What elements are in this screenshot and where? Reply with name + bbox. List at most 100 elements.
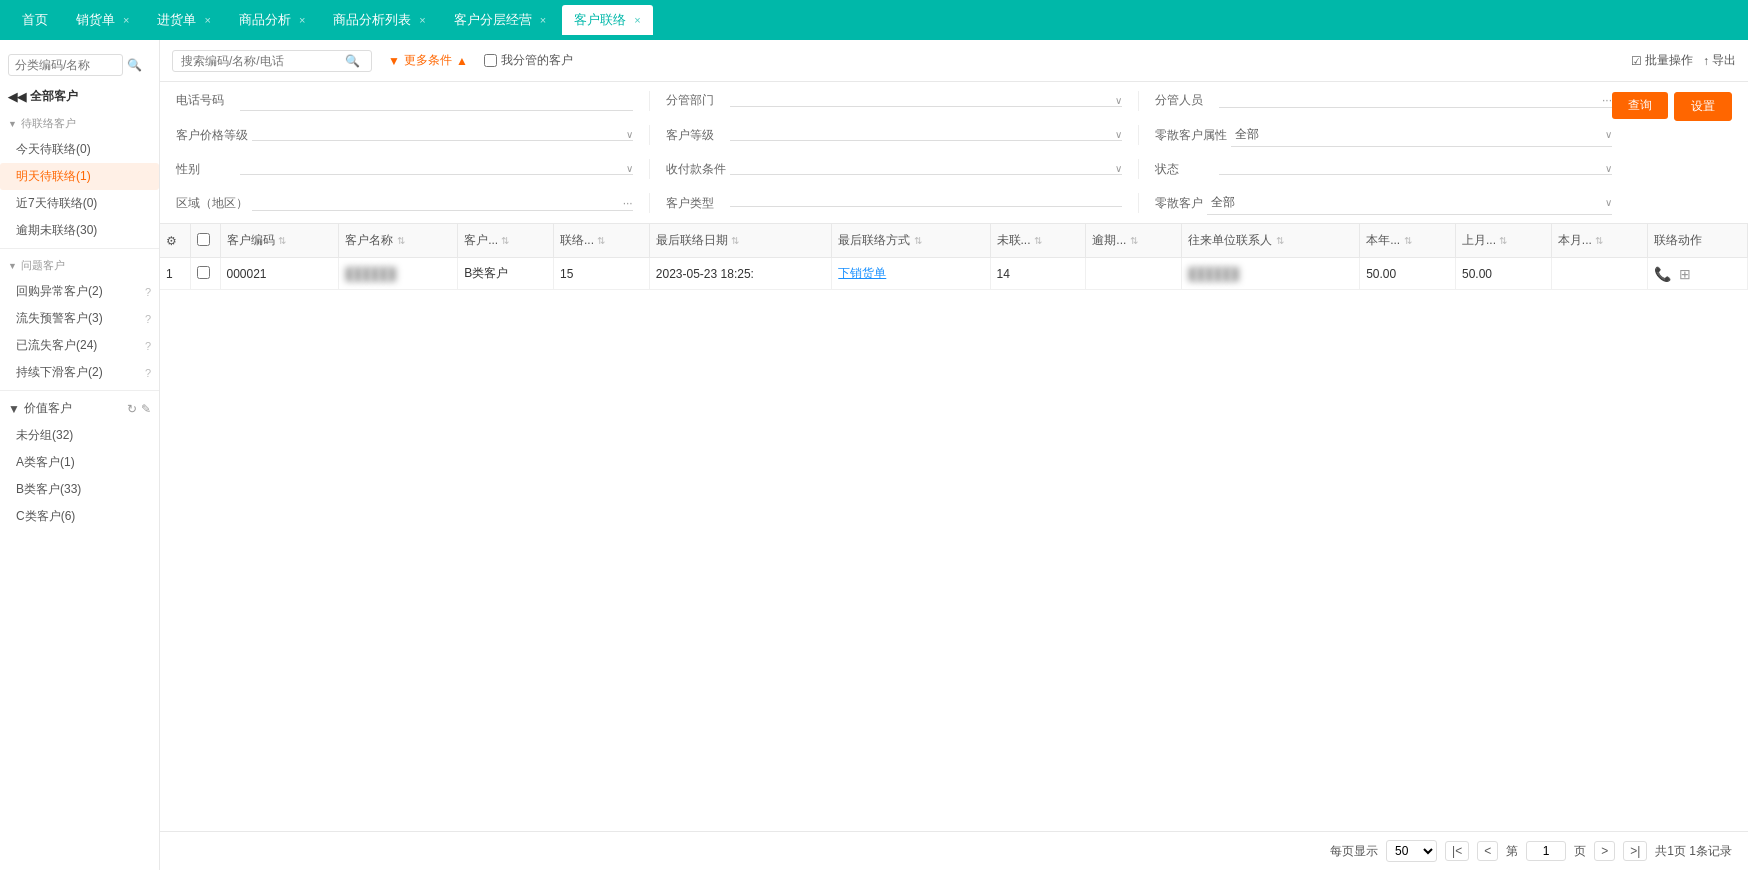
sidebar-item-overdue-contact[interactable]: 逾期未联络(30) (0, 217, 159, 244)
sidebar-item-churned[interactable]: 已流失客户(24) ? (0, 332, 159, 359)
nav-customer-contact-close[interactable]: × (634, 14, 640, 26)
phone-action-icon[interactable]: 📞 (1654, 266, 1671, 282)
sidebar-item-ungrouped[interactable]: 未分组(32) (0, 422, 159, 449)
th-last-contact-method: 最后联络方式 ⇅ (832, 224, 990, 258)
next-page-btn[interactable]: > (1594, 841, 1615, 861)
thismonth-sort-icon[interactable]: ⇅ (1595, 235, 1603, 246)
row-checkbox[interactable] (197, 266, 210, 279)
manager-dots: ··· (1602, 93, 1612, 107)
prev-page-btn[interactable]: < (1477, 841, 1498, 861)
last-page-btn[interactable]: >| (1623, 841, 1647, 861)
sidebar-item-declining[interactable]: 持续下滑客户(2) ? (0, 359, 159, 386)
sidebar-item-tomorrow-contact[interactable]: 明天待联络(1) (0, 163, 159, 190)
my-customer-checkbox[interactable] (484, 54, 497, 67)
filter-payment-select[interactable]: ∨ (730, 163, 1123, 175)
filter-dept-select[interactable]: ∨ (730, 95, 1123, 107)
search-icon[interactable]: 🔍 (345, 54, 360, 68)
unit-sort-icon[interactable]: ⇅ (1276, 235, 1284, 246)
filter-manager-select[interactable]: ··· (1219, 93, 1612, 108)
page-number-input[interactable] (1526, 841, 1566, 861)
nav-customer-tier[interactable]: 客户分层经营 × (442, 5, 558, 35)
help-icon-4[interactable]: ? (145, 367, 151, 379)
nav-home[interactable]: 首页 (10, 5, 60, 35)
filter-divider-7 (649, 193, 650, 213)
sidebar-item-7day-contact[interactable]: 近7天待联络(0) (0, 190, 159, 217)
filter-divider-1 (649, 91, 650, 111)
code-sort-icon[interactable]: ⇅ (278, 235, 286, 246)
gender-chevron: ∨ (626, 163, 633, 174)
settings-gear-icon[interactable]: ⚙ (166, 234, 177, 248)
edit-icon[interactable]: ✎ (141, 402, 151, 416)
type-sort-icon[interactable]: ⇅ (501, 235, 509, 246)
th-settings[interactable]: ⚙ (160, 224, 190, 258)
my-customer-checkbox-wrap[interactable]: 我分管的客户 (484, 52, 573, 69)
filter-status-select[interactable]: ∨ (1219, 163, 1612, 175)
top-navigation: 首页 销货单 × 进货单 × 商品分析 × 商品分析列表 × 客户分层经营 × … (0, 0, 1748, 40)
filter-price-level: 客户价格等级 ∨ (176, 127, 633, 144)
filter-zero-retail-select[interactable]: 全部 ∨ (1231, 123, 1612, 147)
grid-action-icon[interactable]: ⊞ (1679, 266, 1691, 282)
sidebar-item-a-customers[interactable]: A类客户(1) (0, 449, 159, 476)
overdue-sort-icon[interactable]: ⇅ (1130, 235, 1138, 246)
filter-type-select[interactable] (730, 200, 1123, 207)
filter-zero-customer-select[interactable]: 全部 ∨ (1207, 191, 1612, 215)
filter-row-1: 电话号码 分管部门 ∨ 分管人员 (176, 90, 1612, 111)
nav-sales-order-close[interactable]: × (123, 14, 129, 26)
pagination: 每页显示 50 100 200 |< < 第 页 > >| 共1页 1条记录 (160, 831, 1748, 870)
export-icon: ↑ (1703, 54, 1709, 68)
nav-purchase-order-close[interactable]: × (204, 14, 210, 26)
sidebar-all-customers[interactable]: ◀◀ 全部客户 (0, 82, 159, 111)
sidebar-item-b-customers[interactable]: B类客户(33) (0, 476, 159, 503)
sidebar-item-churn-warning[interactable]: 流失预警客户(3) ? (0, 305, 159, 332)
filter-phone-input[interactable] (240, 90, 633, 111)
contact-sort-icon[interactable]: ⇅ (597, 235, 605, 246)
page-size-select[interactable]: 50 100 200 (1386, 840, 1437, 862)
filter-customer-type: 客户类型 (666, 195, 1123, 212)
export-btn[interactable]: ↑ 导出 (1703, 52, 1736, 69)
nav-product-analysis-list[interactable]: 商品分析列表 × (321, 5, 437, 35)
nav-product-analysis[interactable]: 商品分析 × (227, 5, 317, 35)
reset-button[interactable]: 设置 (1674, 92, 1732, 121)
nav-sales-order[interactable]: 销货单 × (64, 5, 141, 35)
contact-method-link[interactable]: 下销货单 (838, 266, 886, 280)
lastmonth-sort-icon[interactable]: ⇅ (1499, 235, 1507, 246)
batch-operation-btn[interactable]: ☑ 批量操作 (1631, 52, 1693, 69)
help-icon-2[interactable]: ? (145, 313, 151, 325)
select-all-checkbox[interactable] (197, 233, 210, 246)
help-icon-1[interactable]: ? (145, 286, 151, 298)
method-sort-icon[interactable]: ⇅ (914, 235, 922, 246)
refresh-icon[interactable]: ↻ (127, 402, 137, 416)
help-icon-3[interactable]: ? (145, 340, 151, 352)
query-button[interactable]: 查询 (1612, 92, 1668, 119)
sidebar-search-input[interactable] (8, 54, 123, 76)
date-sort-icon[interactable]: ⇅ (731, 235, 739, 246)
sidebar-search-icon[interactable]: 🔍 (127, 58, 142, 72)
action-icons: 📞 ⊞ (1654, 266, 1741, 282)
filter-more-btn[interactable]: ▼ 更多条件 ▲ (380, 48, 476, 73)
nav-customer-contact[interactable]: 客户联络 × (562, 5, 652, 35)
filter-gender-select[interactable]: ∨ (240, 163, 633, 175)
year-sort-icon[interactable]: ⇅ (1404, 235, 1412, 246)
search-input-wrap: 🔍 (172, 50, 372, 72)
sidebar-item-today-contact[interactable]: 今天待联络(0) (0, 136, 159, 163)
name-sort-icon[interactable]: ⇅ (397, 235, 405, 246)
unlisted-sort-icon[interactable]: ⇅ (1034, 235, 1042, 246)
filter-status: 状态 ∨ (1155, 161, 1612, 178)
filter-divider-4 (1138, 125, 1139, 145)
filter-customer-level-select[interactable]: ∨ (730, 129, 1123, 141)
first-page-btn[interactable]: |< (1445, 841, 1469, 861)
nav-purchase-order[interactable]: 进货单 × (145, 5, 222, 35)
nav-product-analysis-close[interactable]: × (299, 14, 305, 26)
toolbar-right: ☑ 批量操作 ↑ 导出 (1631, 52, 1736, 69)
nav-customer-tier-close[interactable]: × (540, 14, 546, 26)
filter-region-select[interactable]: ··· (252, 196, 633, 211)
td-last-month: 50.00 (1456, 258, 1552, 290)
filter-icon: ▼ (388, 54, 400, 68)
sidebar-item-repurchase-abnormal[interactable]: 回购异常客户(2) ? (0, 278, 159, 305)
search-input[interactable] (181, 54, 341, 68)
filter-price-select[interactable]: ∨ (252, 129, 633, 141)
sidebar-item-c-customers[interactable]: C类客户(6) (0, 503, 159, 530)
td-last-contact-date: 2023-05-23 18:25: (649, 258, 831, 290)
dept-chevron: ∨ (1115, 95, 1122, 106)
nav-product-analysis-list-close[interactable]: × (419, 14, 425, 26)
